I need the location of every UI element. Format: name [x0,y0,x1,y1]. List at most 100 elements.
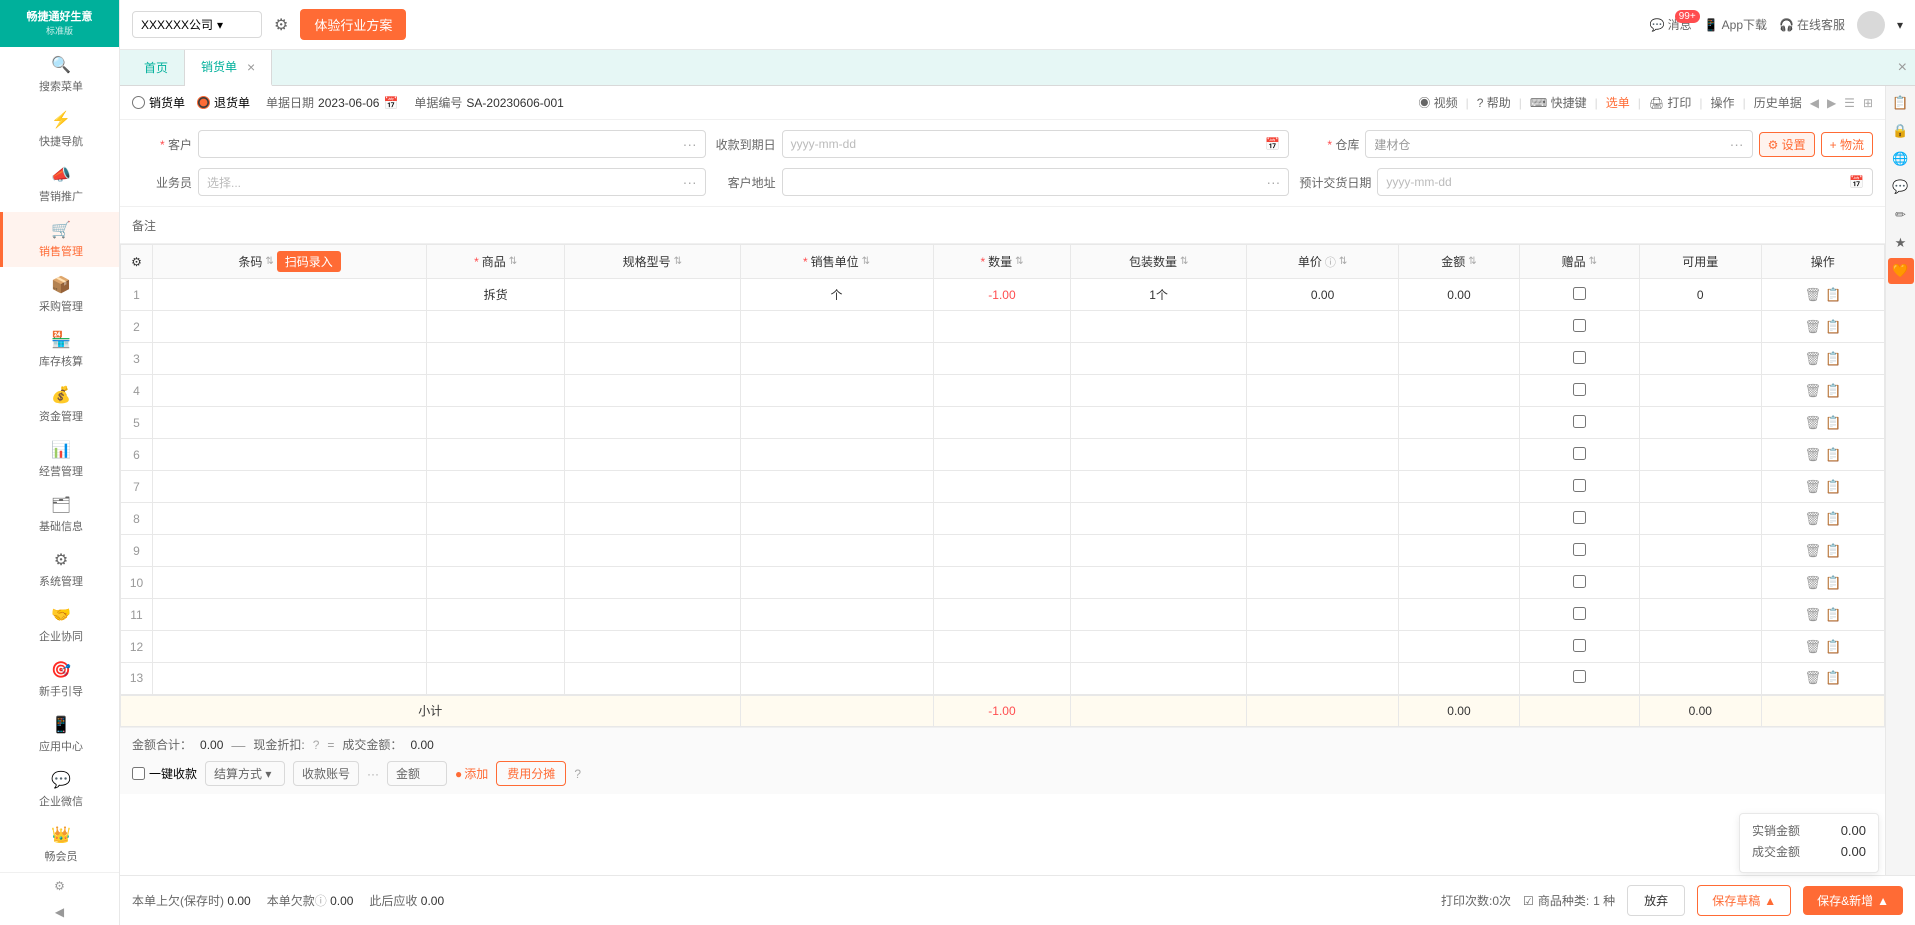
row-qty-13[interactable] [933,663,1071,695]
row-pack-1[interactable]: 1个 [1071,279,1246,311]
row-pack-3[interactable] [1071,343,1246,375]
row-price-7[interactable] [1246,471,1398,503]
row-amount-12[interactable] [1399,631,1519,663]
row-gift-13[interactable] [1519,663,1639,695]
calendar-icon[interactable]: 📅 [383,96,398,110]
row-unit-8[interactable] [740,503,933,535]
right-tool-lock[interactable]: 🔒 [1888,118,1914,144]
print-link[interactable]: 🖨 打印 [1649,94,1692,111]
row-delete-6[interactable]: 🗑 [1804,447,1821,463]
row-spec-11[interactable] [565,599,740,631]
warehouse-input[interactable]: 建材仓 ··· [1365,130,1752,158]
remarks-input[interactable] [174,213,1873,237]
row-qty-9[interactable] [933,535,1071,567]
row-unit-10[interactable] [740,567,933,599]
sort-barcode[interactable]: ⇅ [265,256,273,267]
row-delete-5[interactable]: 🗑 [1804,415,1821,431]
row-barcode-6[interactable] [153,439,427,471]
right-tool-clipboard[interactable]: 📋 [1888,90,1914,116]
video-link[interactable]: ◉ 视频 [1418,94,1457,111]
view-list-icon[interactable]: ☰ [1844,96,1855,110]
user-avatar[interactable] [1857,11,1885,39]
save-draft-button[interactable]: 保存草稿 ▲ [1697,885,1791,916]
row-unit-1[interactable]: 个 [740,279,933,311]
row-pack-4[interactable] [1071,375,1246,407]
delivery-calendar-icon[interactable]: 📅 [1849,175,1864,189]
delivery-date-input[interactable]: yyyy-mm-dd 📅 [1377,168,1873,196]
right-tool-globe[interactable]: 🌐 [1888,146,1914,172]
row-gift-8[interactable] [1519,503,1639,535]
row-qty-7[interactable] [933,471,1071,503]
unit-price-info-icon[interactable]: ⓘ [1325,254,1336,270]
bill-credit-info-icon[interactable]: ⓘ [315,894,327,908]
app-download-button[interactable]: 📱 App下载 [1704,16,1767,33]
row-gift-5[interactable] [1519,407,1639,439]
sort-price[interactable]: ⇅ [1339,256,1347,267]
receivable-calendar-icon[interactable]: 📅 [1265,137,1280,151]
row-copy-2[interactable]: 📋 [1825,319,1841,335]
row-price-13[interactable] [1246,663,1398,695]
radio-sale-order[interactable]: 销货单 [132,94,185,111]
row-gift-2[interactable] [1519,311,1639,343]
row-copy-8[interactable]: 📋 [1825,511,1841,527]
row-amount-3[interactable] [1399,343,1519,375]
customer-addr-input[interactable]: ··· [782,168,1290,196]
row-unit-12[interactable] [740,631,933,663]
row-delete-8[interactable]: 🗑 [1804,511,1821,527]
row-price-12[interactable] [1246,631,1398,663]
row-amount-11[interactable] [1399,599,1519,631]
row-gift-3[interactable] [1519,343,1639,375]
row-qty-6[interactable] [933,439,1071,471]
row-barcode-3[interactable] [153,343,427,375]
row-delete-13[interactable]: 🗑 [1804,670,1821,686]
row-delete-12[interactable]: 🗑 [1804,639,1821,655]
row-amount-8[interactable] [1399,503,1519,535]
company-selector[interactable]: XXXXXX公司 ▾ [132,11,262,38]
row-pack-11[interactable] [1071,599,1246,631]
sidebar-item-operation[interactable]: 📊 经营管理 [0,432,119,487]
row-copy-10[interactable]: 📋 [1825,575,1841,591]
operation-link[interactable]: 操作 [1711,94,1735,111]
row-price-11[interactable] [1246,599,1398,631]
sidebar-item-marketing[interactable]: 📣 营销推广 [0,157,119,212]
row-delete-10[interactable]: 🗑 [1804,575,1821,591]
sidebar-item-finance[interactable]: 💰 资金管理 [0,377,119,432]
add-payment-button[interactable]: ● 添加 [455,765,488,782]
sidebar-item-apps[interactable]: 📱 应用中心 [0,707,119,762]
product-type[interactable]: ☑ 商品种类: 1 种 [1523,892,1615,909]
right-tool-edit[interactable]: ✏ [1888,202,1914,228]
row-amount-4[interactable] [1399,375,1519,407]
salesperson-dots[interactable]: ··· [683,174,697,190]
row-qty-3[interactable] [933,343,1071,375]
logistics-button[interactable]: + 物流 [1821,132,1873,157]
sidebar-item-wechat[interactable]: 💬 企业微信 [0,762,119,817]
row-gift-7[interactable] [1519,471,1639,503]
row-barcode-8[interactable] [153,503,427,535]
payment-method-select[interactable]: 结算方式 ▾ [205,761,285,786]
row-price-10[interactable] [1246,567,1398,599]
row-unit-7[interactable] [740,471,933,503]
row-amount-2[interactable] [1399,311,1519,343]
help-link[interactable]: ? 帮助 [1477,94,1511,111]
row-spec-1[interactable] [565,279,740,311]
row-delete-1[interactable]: 🗑 [1804,287,1821,303]
expense-split-button[interactable]: 费用分摊 [496,761,566,786]
pick-link[interactable]: 选单 [1606,94,1630,111]
row-barcode-11[interactable] [153,599,427,631]
row-pack-6[interactable] [1071,439,1246,471]
row-unit-5[interactable] [740,407,933,439]
row-product-3[interactable] [427,343,565,375]
tab-sales-order[interactable]: 销货单 × [185,50,272,86]
addr-dots[interactable]: ··· [1266,174,1280,190]
row-pack-12[interactable] [1071,631,1246,663]
row-pack-10[interactable] [1071,567,1246,599]
message-button[interactable]: 💬 消息 99+ [1650,16,1692,33]
history-link[interactable]: 历史单据 [1754,94,1802,111]
sidebar-item-purchase[interactable]: 📦 采购管理 [0,267,119,322]
row-qty-2[interactable] [933,311,1071,343]
setting-button[interactable]: ⚙ 设置 [1759,132,1815,157]
row-copy-5[interactable]: 📋 [1825,415,1841,431]
settings-icon[interactable]: ⚙ [270,11,292,39]
sidebar-item-quick[interactable]: ⚡ 快捷导航 [0,102,119,157]
row-barcode-13[interactable] [153,663,427,695]
